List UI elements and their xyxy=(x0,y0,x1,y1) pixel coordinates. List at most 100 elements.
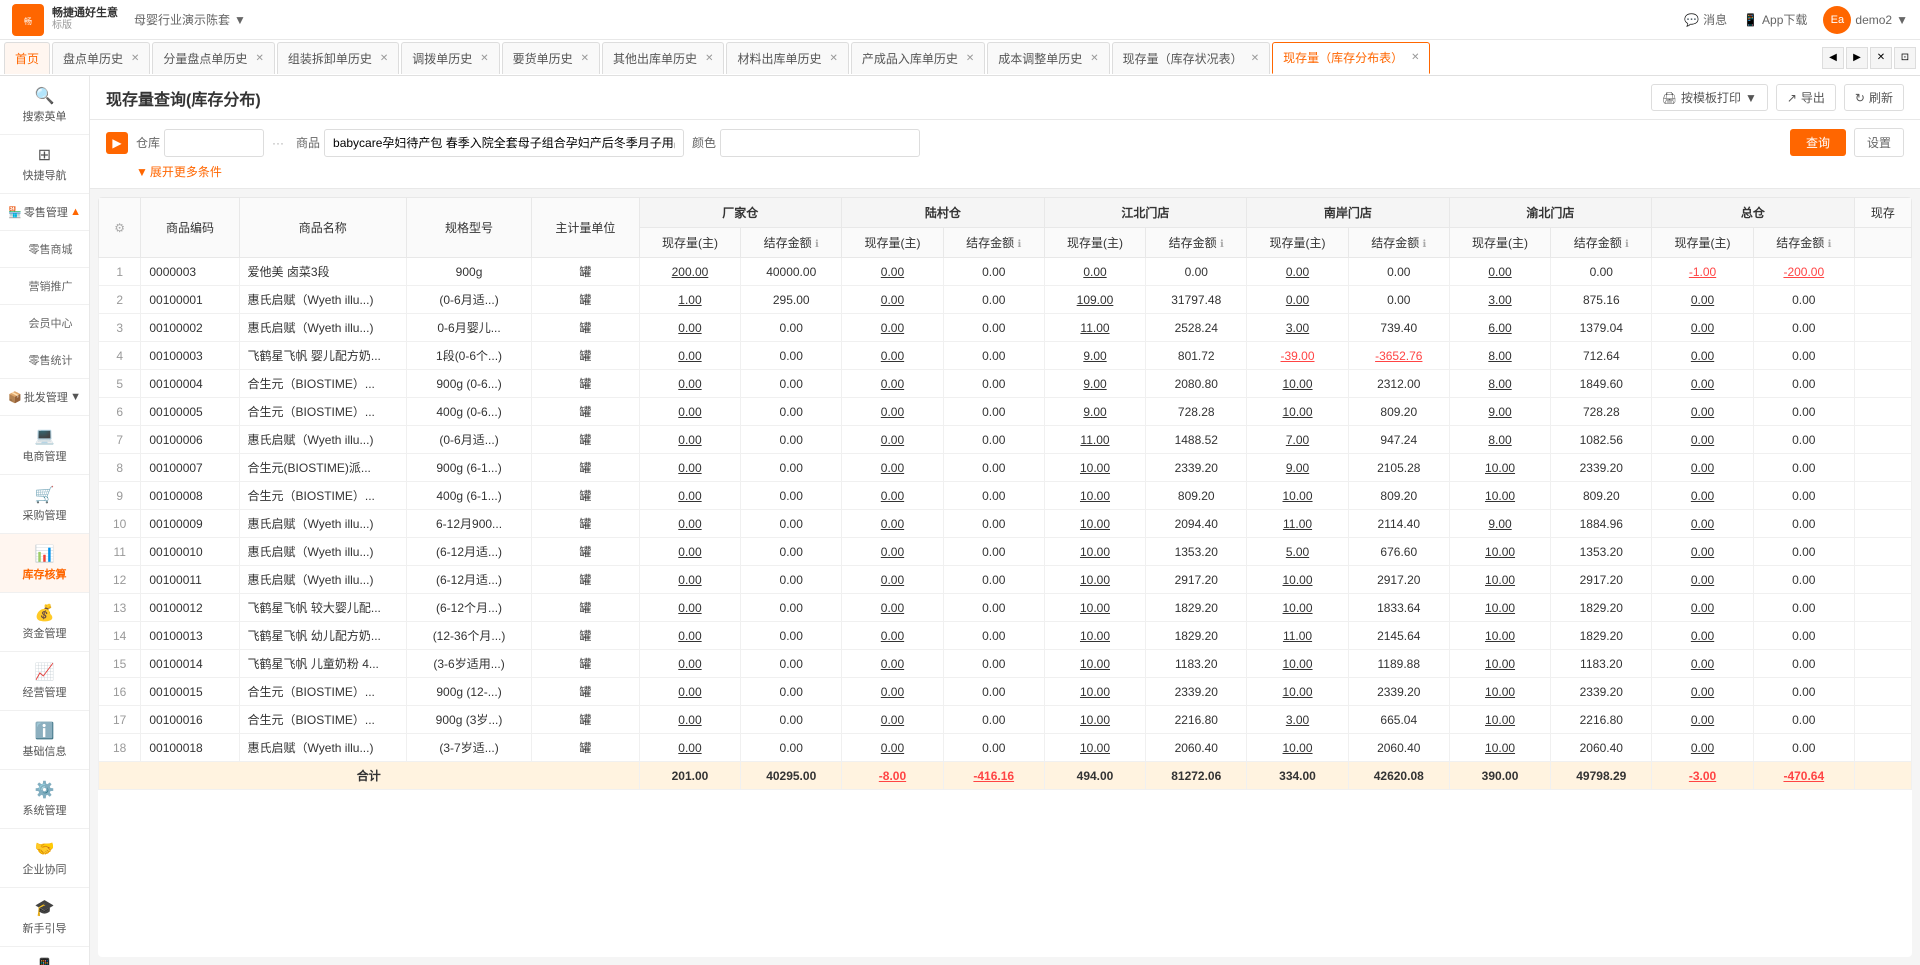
row-qty[interactable]: 0.00 xyxy=(842,622,944,650)
sidebar-item-search[interactable]: 🔍 搜索英单 xyxy=(0,76,89,135)
tab-stocktake[interactable]: 盘点单历史 ✕ xyxy=(52,42,150,74)
row-qty[interactable]: 10.00 xyxy=(1449,734,1551,762)
tab-requisition[interactable]: 要货单历史 ✕ xyxy=(502,42,600,74)
row-qty[interactable]: 0.00 xyxy=(842,734,944,762)
info-icon[interactable]: ℹ xyxy=(1220,239,1224,250)
row-qty[interactable]: 10.00 xyxy=(1449,594,1551,622)
row-qty[interactable]: 0.00 xyxy=(842,482,944,510)
row-qty[interactable]: 10.00 xyxy=(1449,622,1551,650)
row-qty[interactable]: 0.00 xyxy=(1652,678,1754,706)
row-qty[interactable]: 8.00 xyxy=(1449,342,1551,370)
close-icon[interactable]: ✕ xyxy=(480,53,488,64)
row-qty[interactable]: 10.00 xyxy=(1449,454,1551,482)
row-qty[interactable]: 3.00 xyxy=(1449,286,1551,314)
tab-stock-dist[interactable]: 现存量（库存分布表） ✕ xyxy=(1272,42,1430,74)
row-qty[interactable]: 0.00 xyxy=(1652,538,1754,566)
industry-selector[interactable]: 母婴行业演示陈套 ▼ xyxy=(134,11,246,28)
sidebar-item-retail-mall[interactable]: 零售商城 xyxy=(0,231,89,268)
tab-transfer[interactable]: 调拨单历史 ✕ xyxy=(401,42,499,74)
row-qty[interactable]: 10.00 xyxy=(1044,566,1146,594)
row-qty[interactable]: 0.00 xyxy=(639,482,741,510)
close-icon[interactable]: ✕ xyxy=(581,53,589,64)
info-icon[interactable]: ℹ xyxy=(815,239,819,250)
settings-btn[interactable]: 设置 xyxy=(1854,128,1904,157)
row-qty[interactable]: 0.00 xyxy=(1652,398,1754,426)
tab-home[interactable]: 首页 xyxy=(4,42,50,74)
info-icon[interactable]: ℹ xyxy=(1423,239,1427,250)
row-qty[interactable]: 0.00 xyxy=(842,510,944,538)
print-btn[interactable]: 🖨 按模板打印 ▼ xyxy=(1651,84,1768,111)
info-icon[interactable]: ℹ xyxy=(1828,239,1832,250)
row-qty[interactable]: 0.00 xyxy=(1652,650,1754,678)
sidebar-item-retail[interactable]: 🏪 零售管理 ▲ xyxy=(0,194,89,231)
sidebar-item-collab[interactable]: 🤝 企业协同 xyxy=(0,829,89,888)
warehouse-input[interactable] xyxy=(164,129,264,157)
close-icon[interactable]: ✕ xyxy=(1090,53,1098,64)
row-qty[interactable]: 0.00 xyxy=(1449,258,1551,286)
row-qty[interactable]: 0.00 xyxy=(639,650,741,678)
user-area[interactable]: Ea demo2 ▼ xyxy=(1823,6,1908,34)
row-qty[interactable]: 10.00 xyxy=(1044,706,1146,734)
row-qty[interactable]: 0.00 xyxy=(842,426,944,454)
row-qty[interactable]: 0.00 xyxy=(639,566,741,594)
row-qty[interactable]: 11.00 xyxy=(1247,510,1349,538)
close-icon[interactable]: ✕ xyxy=(131,53,139,64)
row-qty[interactable]: 10.00 xyxy=(1044,538,1146,566)
row-qty[interactable]: 0.00 xyxy=(1652,734,1754,762)
row-qty[interactable]: 10.00 xyxy=(1044,510,1146,538)
close-icon[interactable]: ✕ xyxy=(1411,52,1419,63)
row-qty[interactable]: 10.00 xyxy=(1247,398,1349,426)
row-qty[interactable]: -39.00 xyxy=(1247,342,1349,370)
sidebar-item-purchase[interactable]: 🛒 采购管理 xyxy=(0,475,89,534)
row-qty[interactable]: 9.00 xyxy=(1044,398,1146,426)
row-qty[interactable]: 10.00 xyxy=(1044,454,1146,482)
info-icon[interactable]: ℹ xyxy=(1018,239,1022,250)
row-qty[interactable]: 3.00 xyxy=(1247,314,1349,342)
col-gear[interactable]: ⚙ xyxy=(99,198,141,258)
row-qty[interactable]: 0.00 xyxy=(842,594,944,622)
color-input[interactable] xyxy=(720,129,920,157)
row-qty[interactable]: 11.00 xyxy=(1247,622,1349,650)
row-qty[interactable]: 10.00 xyxy=(1044,482,1146,510)
row-qty[interactable]: 10.00 xyxy=(1247,566,1349,594)
row-qty[interactable]: 0.00 xyxy=(1652,706,1754,734)
close-icon[interactable]: ✕ xyxy=(255,53,263,64)
row-qty[interactable]: 9.00 xyxy=(1247,454,1349,482)
row-qty[interactable]: 10.00 xyxy=(1449,678,1551,706)
export-btn[interactable]: ↗ 导出 xyxy=(1776,84,1836,111)
app-download-btn[interactable]: 📱 App下载 xyxy=(1743,11,1807,28)
row-qty[interactable]: 10.00 xyxy=(1247,734,1349,762)
row-qty[interactable]: 0.00 xyxy=(842,678,944,706)
row-qty[interactable]: 0.00 xyxy=(639,454,741,482)
tab-prev-btn[interactable]: ◀ xyxy=(1822,47,1844,69)
row-qty[interactable]: 10.00 xyxy=(1449,650,1551,678)
row-qty[interactable]: 200.00 xyxy=(639,258,741,286)
row-qty[interactable]: 0.00 xyxy=(1652,314,1754,342)
row-qty[interactable]: 0.00 xyxy=(639,622,741,650)
row-qty[interactable]: 0.00 xyxy=(842,566,944,594)
tab-stocktake2[interactable]: 分量盘点单历史 ✕ xyxy=(152,42,274,74)
row-qty[interactable]: 0.00 xyxy=(639,314,741,342)
goods-input[interactable] xyxy=(324,129,684,157)
row-qty[interactable]: 9.00 xyxy=(1449,398,1551,426)
row-qty[interactable]: 0.00 xyxy=(639,370,741,398)
row-qty[interactable]: 9.00 xyxy=(1449,510,1551,538)
row-qty[interactable]: 10.00 xyxy=(1247,678,1349,706)
refresh-btn[interactable]: ↻ 刷新 xyxy=(1844,84,1904,111)
row-qty[interactable]: 0.00 xyxy=(1044,258,1146,286)
row-qty[interactable]: 0.00 xyxy=(1652,342,1754,370)
row-qty[interactable]: 0.00 xyxy=(842,370,944,398)
close-icon[interactable]: ✕ xyxy=(1251,53,1259,64)
row-qty[interactable]: 0.00 xyxy=(1652,370,1754,398)
tab-stock-status[interactable]: 现存量（库存状况表） ✕ xyxy=(1112,42,1270,74)
row-qty[interactable]: 10.00 xyxy=(1044,594,1146,622)
row-qty[interactable]: 0.00 xyxy=(1652,426,1754,454)
tab-next-btn[interactable]: ▶ xyxy=(1846,47,1868,69)
row-qty[interactable]: 0.00 xyxy=(639,342,741,370)
row-qty[interactable]: 10.00 xyxy=(1044,650,1146,678)
row-qty[interactable]: 0.00 xyxy=(1247,286,1349,314)
sidebar-item-basic[interactable]: ℹ️ 基础信息 xyxy=(0,711,89,770)
row-qty[interactable]: 3.00 xyxy=(1247,706,1349,734)
row-qty[interactable]: 0.00 xyxy=(1247,258,1349,286)
row-qty[interactable]: 0.00 xyxy=(842,314,944,342)
